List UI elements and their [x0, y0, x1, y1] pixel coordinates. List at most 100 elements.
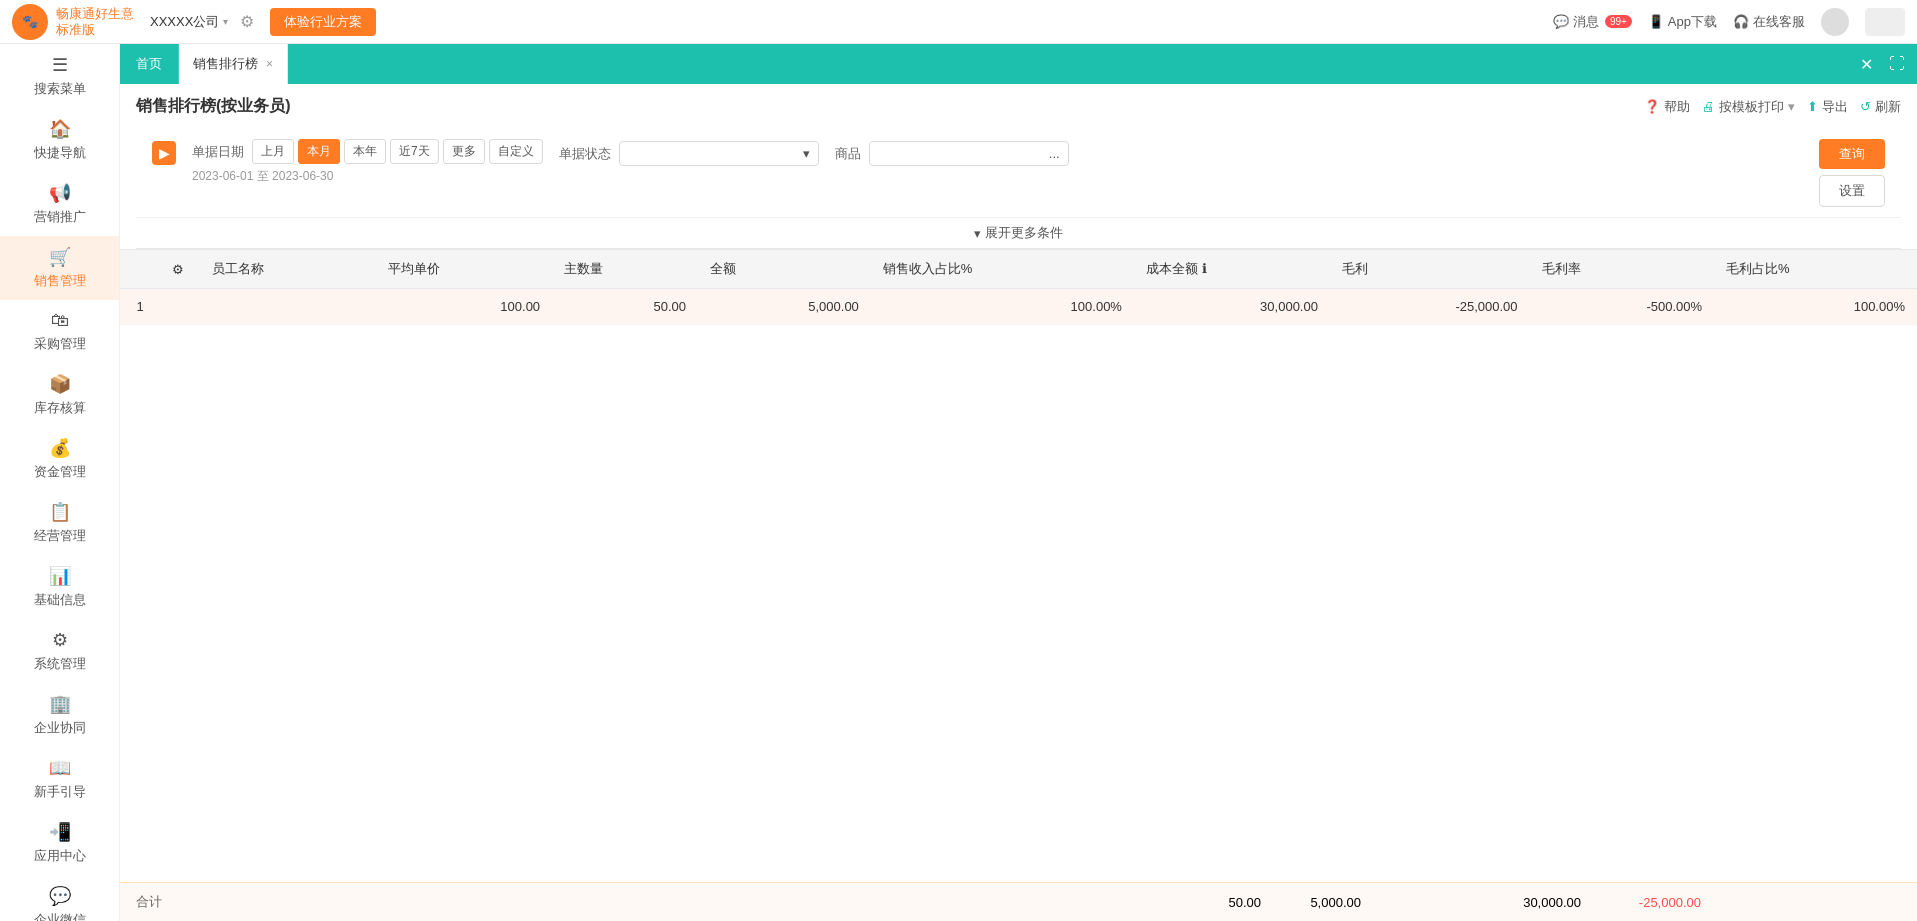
- summary-profit: -25,000.00: [1581, 895, 1701, 910]
- sidebar-item-inventory[interactable]: 📦 库存核算: [0, 363, 119, 427]
- message-button[interactable]: 💬 消息 99+: [1553, 13, 1632, 31]
- export-icon: ⬆: [1807, 99, 1818, 114]
- basic-info-icon: 📊: [49, 565, 71, 587]
- date-7days-btn[interactable]: 近7天: [390, 139, 439, 164]
- cell-profit: -25,000.00: [1330, 289, 1530, 325]
- col-profit-rate: 毛利率: [1530, 250, 1715, 289]
- cell-avg-price: 100.00: [376, 289, 552, 325]
- apps-icon: 📲: [49, 821, 71, 843]
- date-this-month-btn[interactable]: 本月: [298, 139, 340, 164]
- sidebar-item-enterprise[interactable]: 🏢 企业协同: [0, 683, 119, 747]
- col-main-qty: 主数量: [552, 250, 698, 289]
- help-button[interactable]: ❓ 帮助: [1644, 98, 1690, 116]
- col-profit-pct: 毛利占比%: [1714, 250, 1917, 289]
- sidebar-item-label: 企业协同: [34, 719, 86, 737]
- print-icon: 🖨: [1702, 99, 1715, 114]
- sidebar-item-label: 新手引导: [34, 783, 86, 801]
- export-button[interactable]: ⬆ 导出: [1807, 98, 1848, 116]
- sidebar-item-system[interactable]: ⚙ 系统管理: [0, 619, 119, 683]
- table-row: 1 100.00 50.00 5,000.00 100.00% 30,000.0…: [120, 289, 1917, 325]
- filter-toggle-icon[interactable]: ▶: [152, 141, 176, 165]
- sidebar-item-label: 销售管理: [34, 272, 86, 290]
- tab-sales-ranking[interactable]: 销售排行榜 ×: [179, 44, 288, 84]
- date-more-btn[interactable]: 更多: [443, 139, 485, 164]
- goods-filter-label: 商品: [835, 145, 861, 163]
- cell-profit-pct: 100.00%: [1714, 289, 1917, 325]
- avatar[interactable]: [1821, 8, 1849, 36]
- data-table: ⚙ 员工名称 平均单价 主数量 全额 销售收入占比% 成本全额 ℹ 毛利 毛利率…: [120, 250, 1917, 325]
- date-this-year-btn[interactable]: 本年: [344, 139, 386, 164]
- ellipsis-icon: ...: [1049, 146, 1060, 161]
- close-tab-icon[interactable]: ×: [266, 57, 273, 71]
- company-selector[interactable]: XXXXX公司 ▾: [150, 13, 228, 31]
- top-bar-right: 💬 消息 99+ 📱 App下载 🎧 在线客服: [1553, 8, 1905, 36]
- date-last-month-btn[interactable]: 上月: [252, 139, 294, 164]
- sidebar-item-quick-nav[interactable]: 🏠 快捷导航: [0, 108, 119, 172]
- print-dropdown-icon: ▾: [1788, 99, 1795, 114]
- sidebar-item-wechat[interactable]: 💬 企业微信: [0, 875, 119, 921]
- close-window-icon[interactable]: ✕: [1856, 51, 1877, 78]
- customer-service-button[interactable]: 🎧 在线客服: [1733, 13, 1805, 31]
- settings-button[interactable]: 设置: [1819, 175, 1885, 207]
- cell-sales-pct: 100.00%: [871, 289, 1134, 325]
- top-bar: 🐾 畅康通好生意 标准版 XXXXX公司 ▾ ⚙ 体验行业方案 💬 消息 99+…: [0, 0, 1917, 44]
- page-actions: ❓ 帮助 🖨 按模板打印 ▾ ⬆ 导出 ↺: [1644, 98, 1901, 116]
- chevron-down-icon: ▾: [223, 16, 228, 27]
- col-avg-price: 平均单价: [376, 250, 552, 289]
- system-icon: ⚙: [52, 629, 68, 651]
- sidebar-item-label: 企业微信: [34, 911, 86, 921]
- tab-bar-right: ✕ ⛶: [1856, 51, 1917, 78]
- filter-bar: ▶ 单据日期 上月 本月 本年 近7天 更多: [136, 129, 1901, 218]
- sidebar-item-operations[interactable]: 📋 经营管理: [0, 491, 119, 555]
- sidebar-item-marketing[interactable]: 📢 营销推广: [0, 172, 119, 236]
- sidebar-item-label: 系统管理: [34, 655, 86, 673]
- sidebar-item-basic-info[interactable]: 📊 基础信息: [0, 555, 119, 619]
- status-select[interactable]: ▾: [619, 141, 819, 166]
- finance-icon: 💰: [49, 437, 71, 459]
- refresh-button[interactable]: ↺ 刷新: [1860, 98, 1901, 116]
- cell-settings: [160, 289, 200, 325]
- date-range-text: 2023-06-01 至 2023-06-30: [192, 169, 333, 183]
- chevron-down-icon: ▾: [974, 226, 981, 241]
- message-icon: 💬: [1553, 14, 1569, 29]
- page-title: 销售排行榜(按业务员): [136, 96, 291, 117]
- gear-icon[interactable]: ⚙: [240, 12, 254, 31]
- sidebar-item-finance[interactable]: 💰 资金管理: [0, 427, 119, 491]
- col-profit: 毛利: [1330, 250, 1530, 289]
- sidebar-item-search[interactable]: ☰ 搜索菜单: [0, 44, 119, 108]
- cell-cost: 30,000.00: [1134, 289, 1330, 325]
- maximize-window-icon[interactable]: ⛶: [1885, 51, 1909, 77]
- sidebar: ☰ 搜索菜单 🏠 快捷导航 📢 营销推广 🛒 销售管理 🛍 采购管理 📦 库存核…: [0, 44, 120, 921]
- chevron-down-icon: ▾: [803, 146, 810, 161]
- sidebar-item-label: 基础信息: [34, 591, 86, 609]
- cell-profit-rate: -500.00%: [1530, 289, 1715, 325]
- sales-icon: 🛒: [49, 246, 71, 268]
- message-badge: 99+: [1605, 15, 1632, 28]
- headset-icon: 🎧: [1733, 14, 1749, 29]
- query-button[interactable]: 查询: [1819, 139, 1885, 169]
- sidebar-item-apps[interactable]: 📲 应用中心: [0, 811, 119, 875]
- col-settings[interactable]: ⚙: [160, 250, 200, 289]
- col-amount: 全额: [698, 250, 871, 289]
- enterprise-icon: 🏢: [49, 693, 71, 715]
- operations-icon: 📋: [49, 501, 71, 523]
- goods-input[interactable]: ...: [869, 141, 1069, 166]
- sidebar-item-purchase[interactable]: 🛍 采购管理: [0, 300, 119, 363]
- page-title-row: 销售排行榜(按业务员) ❓ 帮助 🖨 按模板打印 ▾ ⬆: [136, 96, 1901, 117]
- app-download-button[interactable]: 📱 App下载: [1648, 13, 1717, 31]
- print-button[interactable]: 🖨 按模板打印 ▾: [1702, 98, 1795, 116]
- marketing-icon: 📢: [49, 182, 71, 204]
- sidebar-item-sales[interactable]: 🛒 销售管理: [0, 236, 119, 300]
- table-header-row: ⚙ 员工名称 平均单价 主数量 全额 销售收入占比% 成本全额 ℹ 毛利 毛利率…: [120, 250, 1917, 289]
- cell-amount: 5,000.00: [698, 289, 871, 325]
- trial-button[interactable]: 体验行业方案: [270, 8, 376, 36]
- col-sales-pct: 销售收入占比%: [871, 250, 1134, 289]
- status-filter: 单据状态 ▾: [559, 141, 819, 166]
- content-area: 首页 销售排行榜 × ✕ ⛶ 销售排行榜(按业务员) ❓ 帮助: [120, 44, 1917, 921]
- app-icon: 📱: [1648, 14, 1664, 29]
- sidebar-item-guide[interactable]: 📖 新手引导: [0, 747, 119, 811]
- expand-more-conditions-btn[interactable]: ▾ 展开更多条件: [974, 224, 1063, 242]
- tab-home[interactable]: 首页: [120, 44, 179, 84]
- table-wrapper: ⚙ 员工名称 平均单价 主数量 全额 销售收入占比% 成本全额 ℹ 毛利 毛利率…: [120, 250, 1917, 882]
- date-custom-btn[interactable]: 自定义: [489, 139, 543, 164]
